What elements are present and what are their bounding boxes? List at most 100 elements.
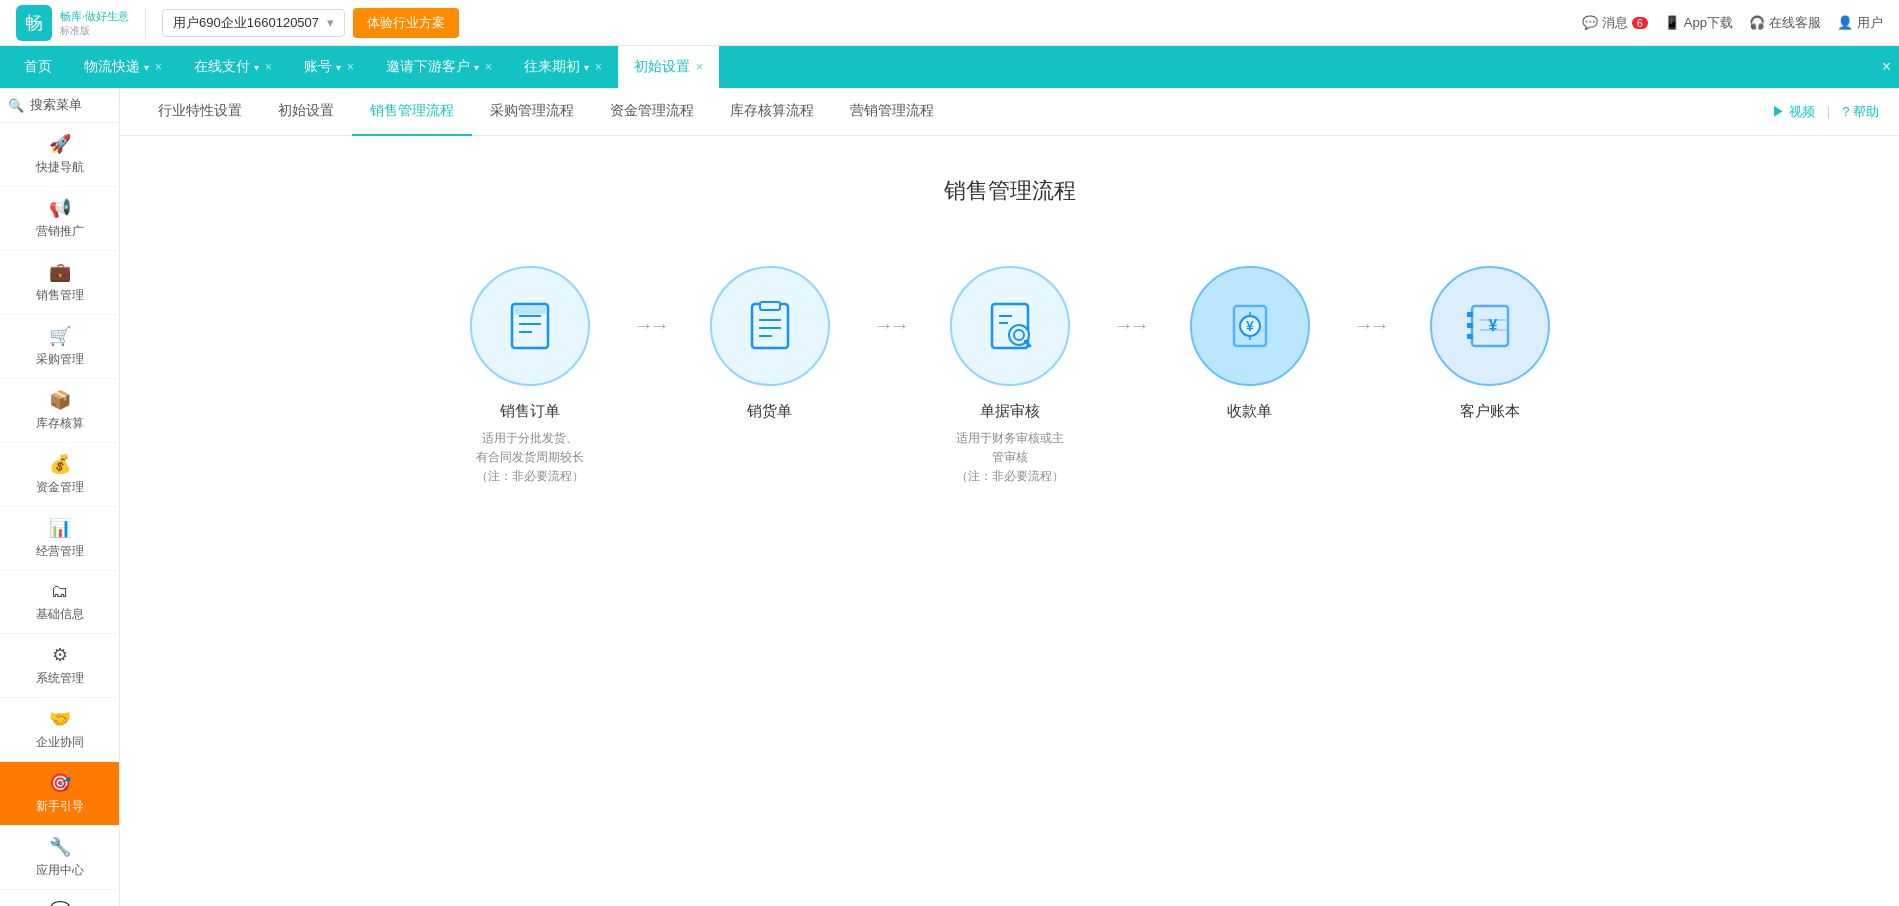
sidebar-item-basic[interactable]: 🗂 基础信息 [0, 571, 119, 634]
sub-tab-init[interactable]: 初始设置 [260, 88, 352, 136]
sub-tab-inventory-flow[interactable]: 库存核算流程 [712, 88, 832, 136]
drop-icon: ▾ [584, 62, 589, 73]
top-bar: 畅 畅库·做好生意 标准版 用户690企业1660120507 ▾ 体验行业方案… [0, 0, 1899, 46]
sub-tab-marketing-flow-label: 营销管理流程 [850, 102, 934, 120]
flow-circle-sales-order[interactable] [470, 266, 590, 386]
wechat-icon: 💬 [49, 900, 71, 906]
close-all-tabs[interactable]: × [1882, 58, 1891, 76]
sub-tabs: 行业特性设置 初始设置 销售管理流程 采购管理流程 资金管理流程 库存核算流程 … [120, 88, 1899, 136]
sub-tab-industry[interactable]: 行业特性设置 [140, 88, 260, 136]
flow-node-sales-order: 销售订单 适用于分批发货、有合同发货周期较长（注：非必要流程） [440, 266, 620, 487]
sidebar-inventory-label: 库存核算 [36, 415, 84, 432]
play-icon: ▶ [1772, 104, 1785, 119]
search-label: 搜索菜单 [30, 96, 82, 114]
nav-init-label: 初始设置 [634, 58, 690, 76]
close-icon[interactable]: × [696, 60, 703, 74]
help-label: 帮助 [1853, 104, 1879, 119]
flow-node-audit: 单据审核 适用于财务审核或主管审核（注：非必要流程） [920, 266, 1100, 487]
flow-area: 销售管理流程 销售订单 适用于分批发货、有合同发货周期较长（ [120, 136, 1899, 527]
sidebar-marketing-label: 营销推广 [36, 223, 84, 240]
sidebar-finance-label: 资金管理 [36, 479, 84, 496]
inventory-icon: 📦 [49, 389, 71, 411]
sub-tab-finance-flow[interactable]: 资金管理流程 [592, 88, 712, 136]
sidebar-item-wechat[interactable]: 💬 企业微信 [0, 890, 119, 906]
flow-node-receipt: ¥ 收款单 [1160, 266, 1340, 429]
app-download-item[interactable]: 📱 App下载 [1664, 14, 1733, 32]
dropdown-arrow-icon: ▾ [327, 15, 334, 30]
sub-tab-purchase-flow[interactable]: 采购管理流程 [472, 88, 592, 136]
nav-home-label: 首页 [24, 58, 52, 76]
audit-icon [982, 298, 1038, 354]
arrow-icon: →→ [634, 314, 666, 337]
message-item[interactable]: 💬 消息 6 [1582, 14, 1648, 32]
sidebar-search[interactable]: 🔍 搜索菜单 [0, 88, 119, 123]
finance-icon: 💰 [49, 453, 71, 475]
sidebar-item-shortcut[interactable]: 🚀 快捷导航 [0, 123, 119, 187]
close-icon[interactable]: × [155, 60, 162, 74]
flow-node-account: ¥ 客户账本 [1400, 266, 1580, 429]
drop-icon: ▾ [474, 62, 479, 73]
nav-item-account[interactable]: 账号 ▾ × [288, 46, 370, 88]
nav-item-invite[interactable]: 邀请下游客户 ▾ × [370, 46, 508, 88]
operations-icon: 📊 [49, 517, 71, 539]
flow-node-delivery-title: 销货单 [747, 402, 792, 421]
basic-icon: 🗂 [51, 581, 69, 602]
sidebar-item-operations[interactable]: 📊 经营管理 [0, 507, 119, 571]
logo-sub: 标准版 [60, 24, 129, 38]
close-icon[interactable]: × [265, 60, 272, 74]
flow-node-account-title: 客户账本 [1460, 402, 1520, 421]
svg-rect-24 [1467, 334, 1473, 339]
flow-circle-audit[interactable] [950, 266, 1070, 386]
sidebar-system-label: 系统管理 [36, 670, 84, 687]
delivery-icon [742, 298, 798, 354]
nav-item-init[interactable]: 初始设置 × [618, 46, 719, 88]
nav-bar: 首页 物流快递 ▾ × 在线支付 ▾ × 账号 ▾ × 邀请下游客户 ▾ × 往… [0, 46, 1899, 88]
sidebar-item-finance[interactable]: 💰 资金管理 [0, 443, 119, 507]
nav-item-payment[interactable]: 在线支付 ▾ × [178, 46, 288, 88]
drop-icon: ▾ [144, 62, 149, 73]
svg-rect-22 [1467, 312, 1473, 317]
flow-node-audit-title: 单据审核 [980, 402, 1040, 421]
sidebar-item-system[interactable]: ⚙ 系统管理 [0, 634, 119, 698]
main-layout: 🔍 搜索菜单 🚀 快捷导航 📢 营销推广 💼 销售管理 🛒 采购管理 📦 库存核… [0, 88, 1899, 906]
nav-item-period[interactable]: 往来期初 ▾ × [508, 46, 618, 88]
close-icon[interactable]: × [485, 60, 492, 74]
user-avatar-item[interactable]: 👤 用户 [1837, 14, 1883, 32]
arrow-icon: →→ [874, 314, 906, 337]
top-bar-left: 畅 畅库·做好生意 标准版 用户690企业1660120507 ▾ 体验行业方案 [16, 5, 459, 41]
flow-circle-account[interactable]: ¥ [1430, 266, 1550, 386]
video-link[interactable]: ▶ 视频 [1772, 103, 1815, 121]
arrow-icon: →→ [1114, 314, 1146, 337]
flow-circle-delivery[interactable] [710, 266, 830, 386]
flow-circle-receipt[interactable]: ¥ [1190, 266, 1310, 386]
close-icon[interactable]: × [595, 60, 602, 74]
nav-logistics-label: 物流快递 [84, 58, 140, 76]
sidebar-item-purchase[interactable]: 🛒 采购管理 [0, 315, 119, 379]
sidebar-item-apps[interactable]: 🔧 应用中心 [0, 826, 119, 890]
logo-area: 畅 畅库·做好生意 标准版 [16, 5, 129, 41]
logo-icon: 畅 [16, 5, 52, 41]
flow-arrow-2: →→ [860, 266, 920, 337]
sub-tab-sales-flow[interactable]: 销售管理流程 [352, 88, 472, 136]
sidebar-purchase-label: 采购管理 [36, 351, 84, 368]
online-service-label: 在线客服 [1769, 14, 1821, 32]
sidebar-item-marketing[interactable]: 📢 营销推广 [0, 187, 119, 251]
video-label: 视频 [1789, 104, 1815, 119]
logo-texts: 畅库·做好生意 标准版 [60, 7, 129, 38]
sub-tab-marketing-flow[interactable]: 营销管理流程 [832, 88, 952, 136]
close-icon[interactable]: × [347, 60, 354, 74]
sidebar-item-collab[interactable]: 🤝 企业协同 [0, 698, 119, 762]
nav-item-home[interactable]: 首页 [8, 46, 68, 88]
sidebar-item-inventory[interactable]: 📦 库存核算 [0, 379, 119, 443]
search-icon: 🔍 [8, 98, 24, 113]
trial-button[interactable]: 体验行业方案 [353, 8, 459, 38]
nav-item-logistics[interactable]: 物流快递 ▾ × [68, 46, 178, 88]
sub-tab-inventory-flow-label: 库存核算流程 [730, 102, 814, 120]
shortcut-icon: 🚀 [49, 133, 71, 155]
user-selector[interactable]: 用户690企业1660120507 ▾ [162, 9, 345, 37]
sidebar-item-guide[interactable]: 🎯 新手引导 [0, 762, 119, 826]
online-service-item[interactable]: 🎧 在线客服 [1749, 14, 1821, 32]
flow-nodes: 销售订单 适用于分批发货、有合同发货周期较长（注：非必要流程） →→ [180, 266, 1839, 487]
help-link[interactable]: ? 帮助 [1842, 103, 1879, 121]
sidebar-item-sales[interactable]: 💼 销售管理 [0, 251, 119, 315]
